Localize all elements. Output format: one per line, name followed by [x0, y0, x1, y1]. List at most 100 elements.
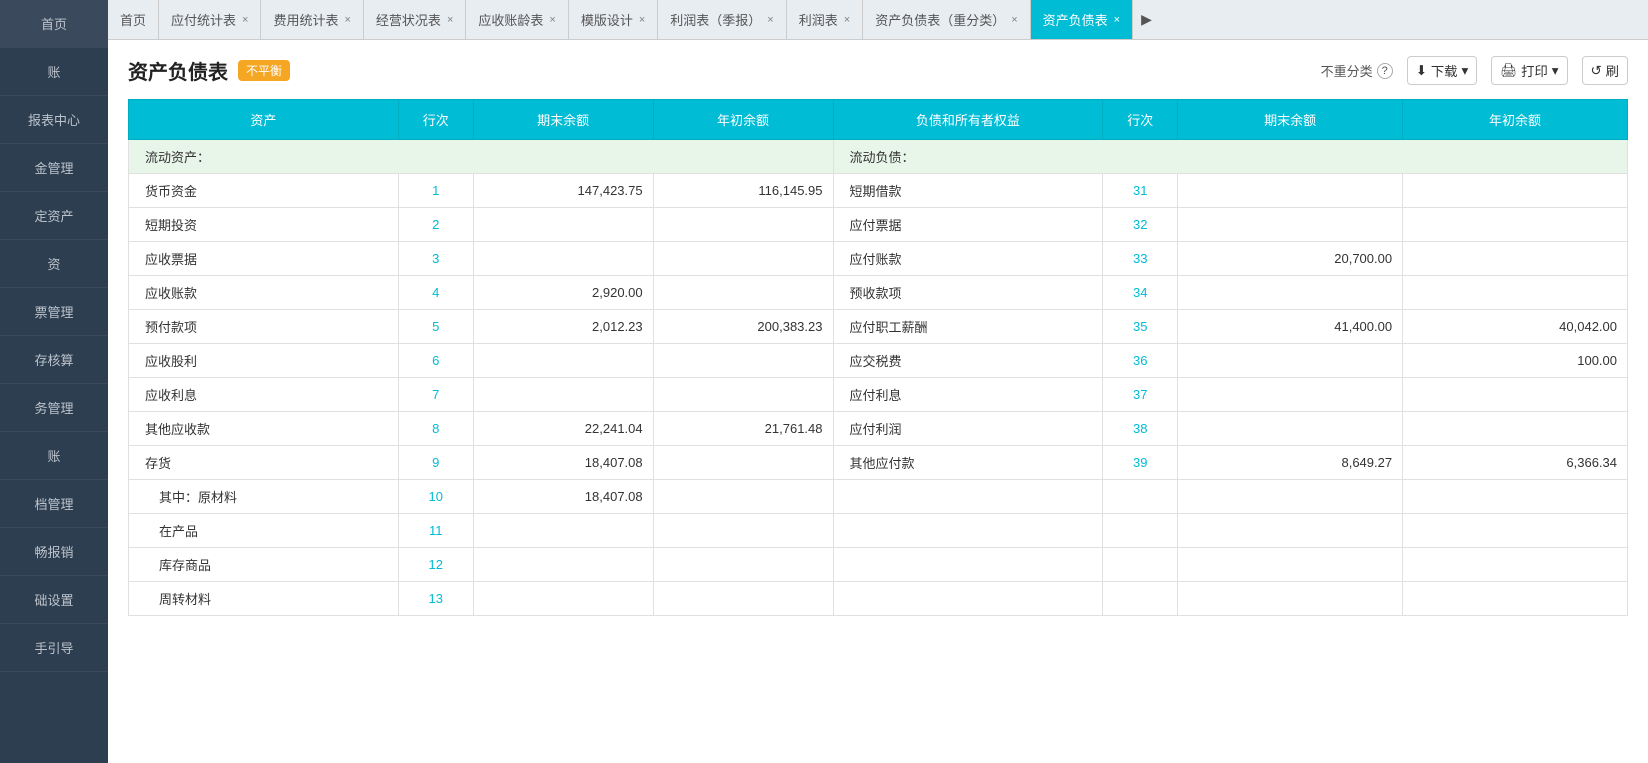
tab-bar: 首页 应付统计表 × 费用统计表 × 经营状况表 × 应收账龄表 × 模版设计 …	[108, 0, 1648, 40]
liability-name: 应付账款	[833, 242, 1103, 276]
liability-end-balance	[1178, 514, 1403, 548]
table-row[interactable]: 其他应收款 8 22,241.04 21,761.48 应付利润 38	[129, 412, 1628, 446]
sidebar-item-fund-mgmt[interactable]: 金管理	[0, 144, 108, 192]
no-classify-toggle[interactable]: 不重分类 ?	[1321, 61, 1393, 80]
asset-begin-balance	[653, 344, 833, 378]
asset-begin-balance	[653, 514, 833, 548]
sidebar-item-guide[interactable]: 手引导	[0, 624, 108, 672]
tab-close-operations[interactable]: ×	[447, 14, 453, 26]
liability-name	[833, 582, 1103, 616]
tab-close-balance-sheet[interactable]: ×	[1114, 14, 1120, 26]
table-row[interactable]: 在产品 11	[129, 514, 1628, 548]
tab-close-payable-stats[interactable]: ×	[242, 14, 248, 26]
sidebar-item-account[interactable]: 账	[0, 48, 108, 96]
liability-begin-balance	[1403, 242, 1628, 276]
sidebar-item-ledger[interactable]: 账	[0, 432, 108, 480]
tab-close-receivable-age[interactable]: ×	[549, 14, 555, 26]
tab-close-template-design[interactable]: ×	[639, 14, 645, 26]
asset-name: 存货	[129, 446, 399, 480]
balance-sheet-table: 资产 行次 期末余额 年初余额 负债和所有者权益 行次 期末余额 年初余额 流动…	[128, 99, 1628, 616]
tab-profit[interactable]: 利润表 ×	[787, 0, 863, 40]
asset-begin-balance	[653, 378, 833, 412]
liability-begin-balance	[1403, 514, 1628, 548]
asset-row-num: 8	[398, 412, 473, 446]
tab-home[interactable]: 首页	[108, 0, 159, 40]
asset-row-num: 13	[398, 582, 473, 616]
asset-end-balance: 18,407.08	[473, 480, 653, 514]
sidebar-item-fixed-assets[interactable]: 定资产	[0, 192, 108, 240]
table-row[interactable]: 应收股利 6 应交税费 36 100.00	[129, 344, 1628, 378]
asset-row-num: 3	[398, 242, 473, 276]
asset-name: 其他应收款	[129, 412, 399, 446]
refresh-button[interactable]: ↺ 刷	[1582, 56, 1629, 85]
asset-end-balance: 2,012.23	[473, 310, 653, 344]
liability-row-num: 32	[1103, 208, 1178, 242]
download-button[interactable]: ⬇ 下载 ▾	[1407, 56, 1478, 85]
tab-payable-stats[interactable]: 应付统计表 ×	[159, 0, 261, 40]
table-section-header: 流动资产： 流动负债：	[129, 140, 1628, 174]
sidebar-item-expense[interactable]: 畅报销	[0, 528, 108, 576]
table-row[interactable]: 货币资金 1 147,423.75 116,145.95 短期借款 31	[129, 174, 1628, 208]
liability-row-num: 31	[1103, 174, 1178, 208]
table-row[interactable]: 周转材料 13	[129, 582, 1628, 616]
table-row[interactable]: 其中：原材料 10 18,407.08	[129, 480, 1628, 514]
tab-balance-reclassify[interactable]: 资产负债表（重分类） ×	[863, 0, 1030, 40]
tab-balance-sheet[interactable]: 资产负债表 ×	[1031, 0, 1133, 40]
tab-close-balance-reclassify[interactable]: ×	[1011, 14, 1017, 26]
section-right-label: 流动负债：	[833, 140, 1628, 174]
liability-name	[833, 548, 1103, 582]
table-row[interactable]: 应收利息 7 应付利息 37	[129, 378, 1628, 412]
tab-receivable-age[interactable]: 应收账龄表 ×	[466, 0, 568, 40]
tab-arrow-right[interactable]: ▶	[1133, 11, 1160, 28]
asset-end-balance	[473, 548, 653, 582]
tab-profit-quarterly[interactable]: 利润表（季报） ×	[658, 0, 786, 40]
sidebar-item-home[interactable]: 首页	[0, 0, 108, 48]
liability-end-balance	[1178, 208, 1403, 242]
tab-expense-stats[interactable]: 费用统计表 ×	[261, 0, 363, 40]
print-chevron-icon: ▾	[1552, 63, 1559, 79]
liability-begin-balance	[1403, 174, 1628, 208]
table-row[interactable]: 应收票据 3 应付账款 33 20,700.00	[129, 242, 1628, 276]
table-row[interactable]: 应收账款 4 2,920.00 预收款项 34	[129, 276, 1628, 310]
liability-row-num	[1103, 480, 1178, 514]
sidebar-item-archive[interactable]: 档管理	[0, 480, 108, 528]
tab-close-profit[interactable]: ×	[844, 14, 850, 26]
print-icon: 🖨	[1500, 63, 1517, 79]
tab-template-design[interactable]: 模版设计 ×	[569, 0, 658, 40]
table-row[interactable]: 存货 9 18,407.08 其他应付款 39 8,649.27 6,366.3…	[129, 446, 1628, 480]
sidebar-item-settings[interactable]: 础设置	[0, 576, 108, 624]
sidebar-item-assets[interactable]: 资	[0, 240, 108, 288]
sidebar-item-ticket-mgmt[interactable]: 票管理	[0, 288, 108, 336]
liability-begin-balance	[1403, 412, 1628, 446]
liability-end-balance	[1178, 582, 1403, 616]
asset-end-balance	[473, 344, 653, 378]
asset-end-balance	[473, 582, 653, 616]
liability-name: 应付利息	[833, 378, 1103, 412]
asset-begin-balance	[653, 480, 833, 514]
tab-close-expense-stats[interactable]: ×	[344, 14, 350, 26]
liability-row-num: 39	[1103, 446, 1178, 480]
tab-operations[interactable]: 经营状况表 ×	[364, 0, 466, 40]
refresh-icon: ↺	[1591, 63, 1602, 79]
sidebar: 首页 账 报表中心 金管理 定资产 资 票管理 存核算 务管理 账 档管理 畅报…	[0, 0, 108, 763]
asset-name: 其中：原材料	[129, 480, 399, 514]
asset-row-num: 1	[398, 174, 473, 208]
liability-end-balance: 41,400.00	[1178, 310, 1403, 344]
print-button[interactable]: 🖨 打印 ▾	[1491, 56, 1567, 85]
sidebar-item-tax-mgmt[interactable]: 务管理	[0, 384, 108, 432]
asset-row-num: 2	[398, 208, 473, 242]
asset-end-balance	[473, 242, 653, 276]
tab-close-profit-quarterly[interactable]: ×	[767, 14, 773, 26]
asset-begin-balance: 116,145.95	[653, 174, 833, 208]
table-row[interactable]: 预付款项 5 2,012.23 200,383.23 应付职工薪酬 35 41,…	[129, 310, 1628, 344]
help-icon[interactable]: ?	[1377, 63, 1393, 79]
asset-begin-balance	[653, 582, 833, 616]
col-header-liabilities: 负债和所有者权益	[833, 100, 1103, 140]
asset-row-num: 5	[398, 310, 473, 344]
table-row[interactable]: 库存商品 12	[129, 548, 1628, 582]
sidebar-item-inventory[interactable]: 存核算	[0, 336, 108, 384]
table-row[interactable]: 短期投资 2 应付票据 32	[129, 208, 1628, 242]
sidebar-item-report-center[interactable]: 报表中心	[0, 96, 108, 144]
liability-begin-balance: 6,366.34	[1403, 446, 1628, 480]
liability-row-num: 37	[1103, 378, 1178, 412]
